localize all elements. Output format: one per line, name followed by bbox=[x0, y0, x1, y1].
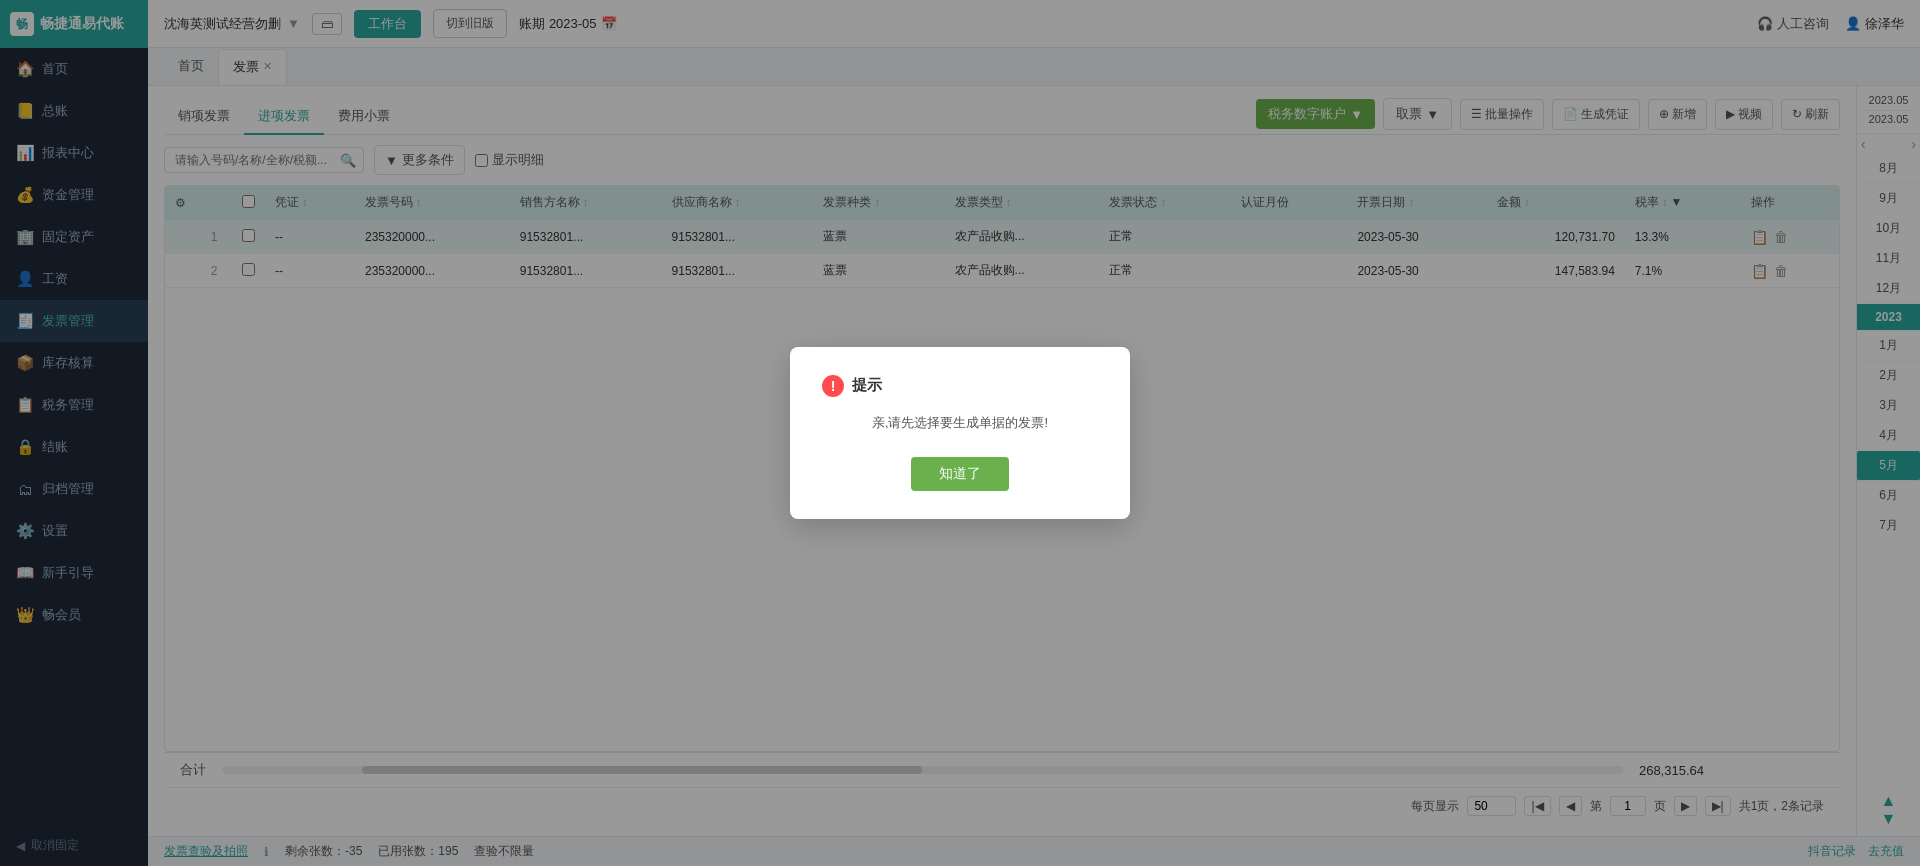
modal-title: 提示 bbox=[852, 376, 882, 395]
modal-overlay: ! 提示 亲,请先选择要生成单据的发票! 知道了 bbox=[0, 0, 1920, 866]
modal-title-row: ! 提示 bbox=[822, 375, 1098, 397]
modal-ok-button[interactable]: 知道了 bbox=[911, 457, 1009, 491]
modal-dialog: ! 提示 亲,请先选择要生成单据的发票! 知道了 bbox=[790, 347, 1130, 520]
modal-message: 亲,请先选择要生成单据的发票! bbox=[864, 413, 1056, 434]
modal-warning-icon: ! bbox=[822, 375, 844, 397]
